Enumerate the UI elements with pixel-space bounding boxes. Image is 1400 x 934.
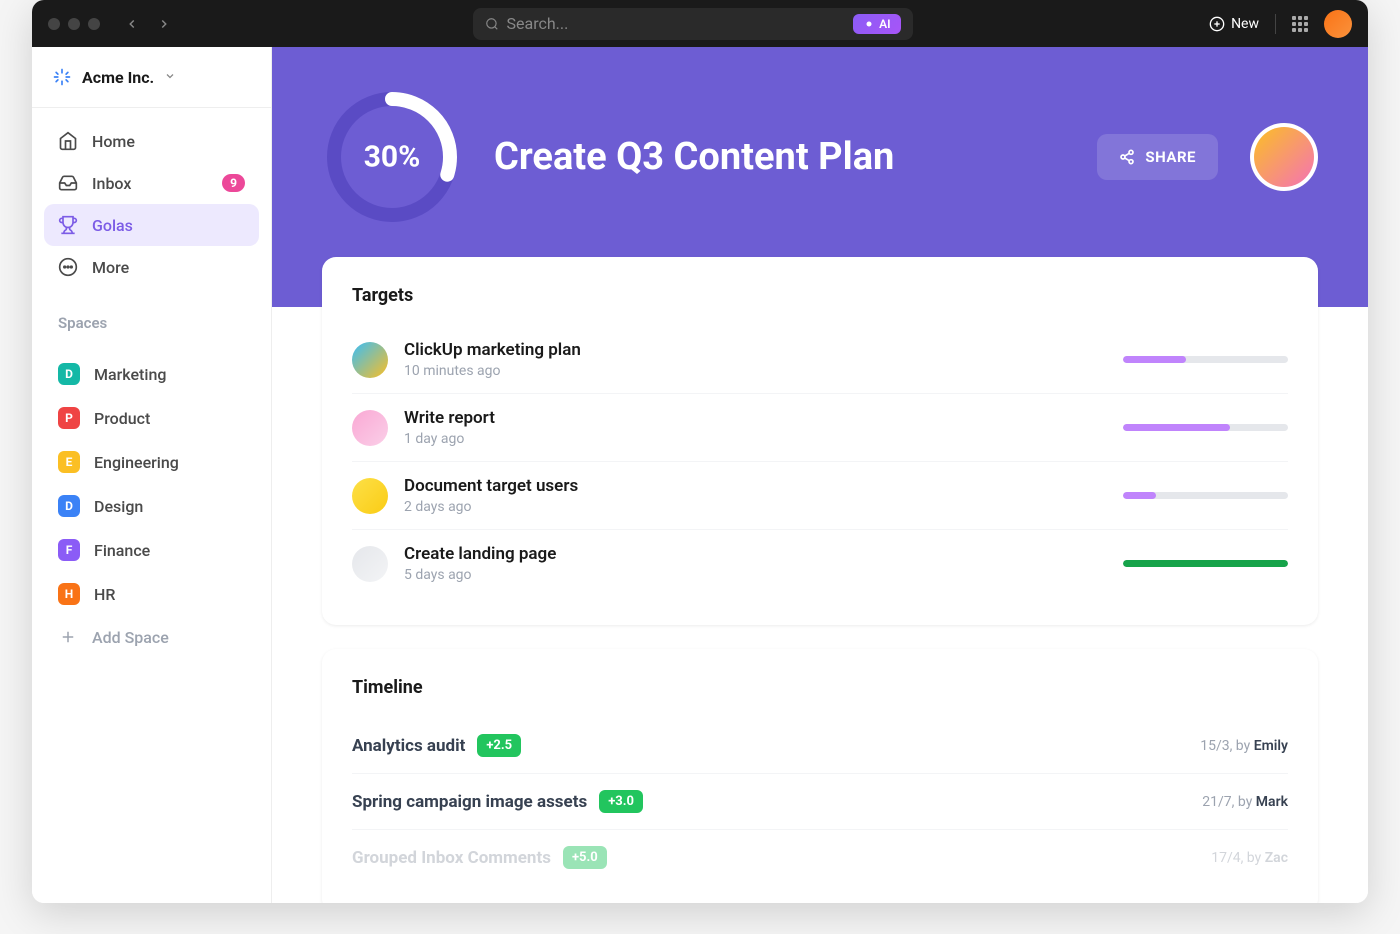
sparkle-icon bbox=[863, 18, 875, 30]
space-icon: E bbox=[58, 451, 80, 473]
workspace-name: Acme Inc. bbox=[82, 68, 154, 87]
space-item-product[interactable]: PProduct bbox=[44, 396, 259, 440]
share-icon bbox=[1119, 149, 1135, 165]
user-avatar[interactable] bbox=[1324, 10, 1352, 38]
timeline-item[interactable]: Grouped Inbox Comments +5.0 17/4, by Zac bbox=[352, 830, 1288, 885]
home-icon bbox=[58, 131, 78, 151]
target-name: Create landing page bbox=[404, 544, 1107, 564]
inbox-icon bbox=[58, 173, 78, 193]
spaces-list: DMarketingPProductEEngineeringDDesignFFi… bbox=[32, 340, 271, 670]
owner-avatar[interactable] bbox=[1250, 123, 1318, 191]
progress-bar bbox=[1123, 492, 1288, 499]
chevron-down-icon bbox=[164, 70, 176, 85]
targets-heading: Targets bbox=[352, 285, 1288, 306]
assignee-avatar bbox=[352, 342, 388, 378]
nav-more[interactable]: More bbox=[44, 246, 259, 288]
space-item-design[interactable]: DDesign bbox=[44, 484, 259, 528]
space-icon: P bbox=[58, 407, 80, 429]
space-item-hr[interactable]: HHR bbox=[44, 572, 259, 616]
timeline-name: Analytics audit bbox=[352, 736, 465, 756]
inbox-badge: 9 bbox=[222, 174, 245, 192]
target-time: 2 days ago bbox=[404, 499, 1107, 515]
target-item[interactable]: ClickUp marketing plan 10 minutes ago bbox=[352, 326, 1288, 394]
nav-goals[interactable]: Golas bbox=[44, 204, 259, 246]
plus-circle-icon bbox=[1209, 16, 1225, 32]
space-icon: H bbox=[58, 583, 80, 605]
search-placeholder: Search... bbox=[507, 14, 569, 33]
space-icon: D bbox=[58, 495, 80, 517]
back-button[interactable] bbox=[120, 12, 144, 36]
target-time: 5 days ago bbox=[404, 567, 1107, 583]
add-space-button[interactable]: Add Space bbox=[44, 616, 259, 658]
ai-badge[interactable]: AI bbox=[853, 14, 900, 34]
progress-bar bbox=[1123, 424, 1288, 431]
timeline-item[interactable]: Analytics audit +2.5 15/3, by Emily bbox=[352, 718, 1288, 774]
progress-value: 30% bbox=[364, 140, 421, 175]
assignee-avatar bbox=[352, 546, 388, 582]
space-item-marketing[interactable]: DMarketing bbox=[44, 352, 259, 396]
search-icon bbox=[485, 17, 499, 31]
target-name: ClickUp marketing plan bbox=[404, 340, 1107, 360]
progress-bar bbox=[1123, 356, 1288, 363]
nav-inbox[interactable]: Inbox 9 bbox=[44, 162, 259, 204]
space-icon: D bbox=[58, 363, 80, 385]
timeline-name: Grouped Inbox Comments bbox=[352, 848, 551, 868]
assignee-avatar bbox=[352, 410, 388, 446]
search-input[interactable]: Search... AI bbox=[473, 8, 913, 40]
timeline-heading: Timeline bbox=[352, 677, 1288, 698]
plus-icon bbox=[58, 627, 78, 647]
score-badge: +5.0 bbox=[563, 846, 607, 869]
timeline-item[interactable]: Spring campaign image assets +3.0 21/7, by… bbox=[352, 774, 1288, 830]
timeline-card: Timeline Analytics audit +2.5 15/3, by Emi… bbox=[322, 649, 1318, 903]
target-time: 10 minutes ago bbox=[404, 363, 1107, 379]
score-badge: +2.5 bbox=[477, 734, 521, 757]
titlebar: Search... AI New bbox=[32, 0, 1368, 47]
progress-ring: 30% bbox=[322, 87, 462, 227]
new-button[interactable]: New bbox=[1209, 16, 1259, 32]
workspace-switcher[interactable]: Acme Inc. bbox=[32, 47, 271, 108]
spaces-heading: Spaces bbox=[32, 300, 271, 340]
space-icon: F bbox=[58, 539, 80, 561]
space-item-finance[interactable]: FFinance bbox=[44, 528, 259, 572]
assignee-avatar bbox=[352, 478, 388, 514]
more-icon bbox=[58, 257, 78, 277]
targets-card: Targets ClickUp marketing plan 10 minutes… bbox=[322, 257, 1318, 625]
timeline-meta: 17/4, by Zac bbox=[1211, 850, 1288, 866]
target-name: Write report bbox=[404, 408, 1107, 428]
target-item[interactable]: Create landing page 5 days ago bbox=[352, 530, 1288, 597]
page-title: Create Q3 Content Plan bbox=[494, 135, 1065, 179]
target-item[interactable]: Document target users 2 days ago bbox=[352, 462, 1288, 530]
score-badge: +3.0 bbox=[599, 790, 643, 813]
window-controls[interactable] bbox=[48, 18, 100, 30]
workspace-icon bbox=[52, 67, 72, 87]
target-item[interactable]: Write report 1 day ago bbox=[352, 394, 1288, 462]
sidebar: Acme Inc. Home Inbox 9 Golas bbox=[32, 47, 272, 903]
progress-bar bbox=[1123, 560, 1288, 567]
apps-icon[interactable] bbox=[1292, 16, 1308, 32]
timeline-meta: 21/7, by Mark bbox=[1202, 794, 1288, 810]
forward-button[interactable] bbox=[152, 12, 176, 36]
main-content: 30% Create Q3 Content Plan SHARE Targets… bbox=[272, 47, 1368, 903]
timeline-name: Spring campaign image assets bbox=[352, 792, 587, 812]
space-item-engineering[interactable]: EEngineering bbox=[44, 440, 259, 484]
target-name: Document target users bbox=[404, 476, 1107, 496]
share-button[interactable]: SHARE bbox=[1097, 134, 1218, 180]
target-time: 1 day ago bbox=[404, 431, 1107, 447]
timeline-meta: 15/3, by Emily bbox=[1200, 738, 1288, 754]
nav-home[interactable]: Home bbox=[44, 120, 259, 162]
trophy-icon bbox=[58, 215, 78, 235]
